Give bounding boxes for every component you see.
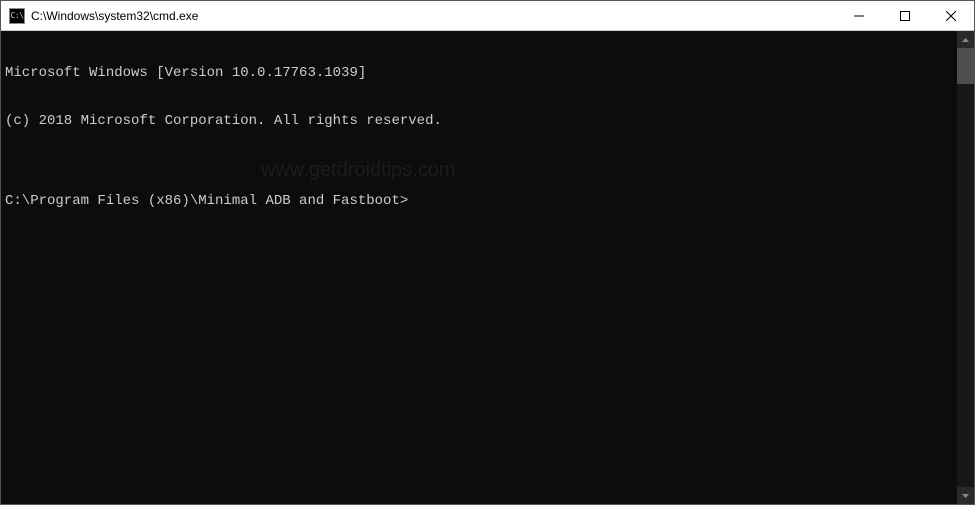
minimize-icon [854, 11, 864, 21]
terminal-prompt: C:\Program Files (x86)\Minimal ADB and F… [5, 193, 408, 209]
cmd-app-icon-label: C:\ [11, 12, 24, 20]
scrollbar-thumb[interactable] [957, 48, 974, 84]
terminal-output[interactable]: Microsoft Windows [Version 10.0.17763.10… [1, 31, 957, 504]
chevron-down-icon [962, 494, 969, 498]
terminal-line: (c) 2018 Microsoft Corporation. All righ… [5, 113, 953, 129]
cmd-app-icon: C:\ [9, 8, 25, 24]
terminal-line: Microsoft Windows [Version 10.0.17763.10… [5, 65, 953, 81]
chevron-up-icon [962, 38, 969, 42]
window-controls [836, 1, 974, 30]
minimize-button[interactable] [836, 1, 882, 30]
vertical-scrollbar[interactable] [957, 31, 974, 504]
maximize-icon [900, 11, 910, 21]
close-icon [946, 11, 956, 21]
maximize-button[interactable] [882, 1, 928, 30]
window-title: C:\Windows\system32\cmd.exe [31, 9, 836, 23]
scrollbar-track[interactable] [957, 48, 974, 487]
terminal-prompt-line: C:\Program Files (x86)\Minimal ADB and F… [5, 193, 953, 209]
close-button[interactable] [928, 1, 974, 30]
scroll-up-button[interactable] [957, 31, 974, 48]
client-area: Microsoft Windows [Version 10.0.17763.10… [1, 31, 974, 504]
cmd-window: C:\ C:\Windows\system32\cmd.exe Microsof… [0, 0, 975, 505]
window-titlebar[interactable]: C:\ C:\Windows\system32\cmd.exe [1, 1, 974, 31]
scroll-down-button[interactable] [957, 487, 974, 504]
